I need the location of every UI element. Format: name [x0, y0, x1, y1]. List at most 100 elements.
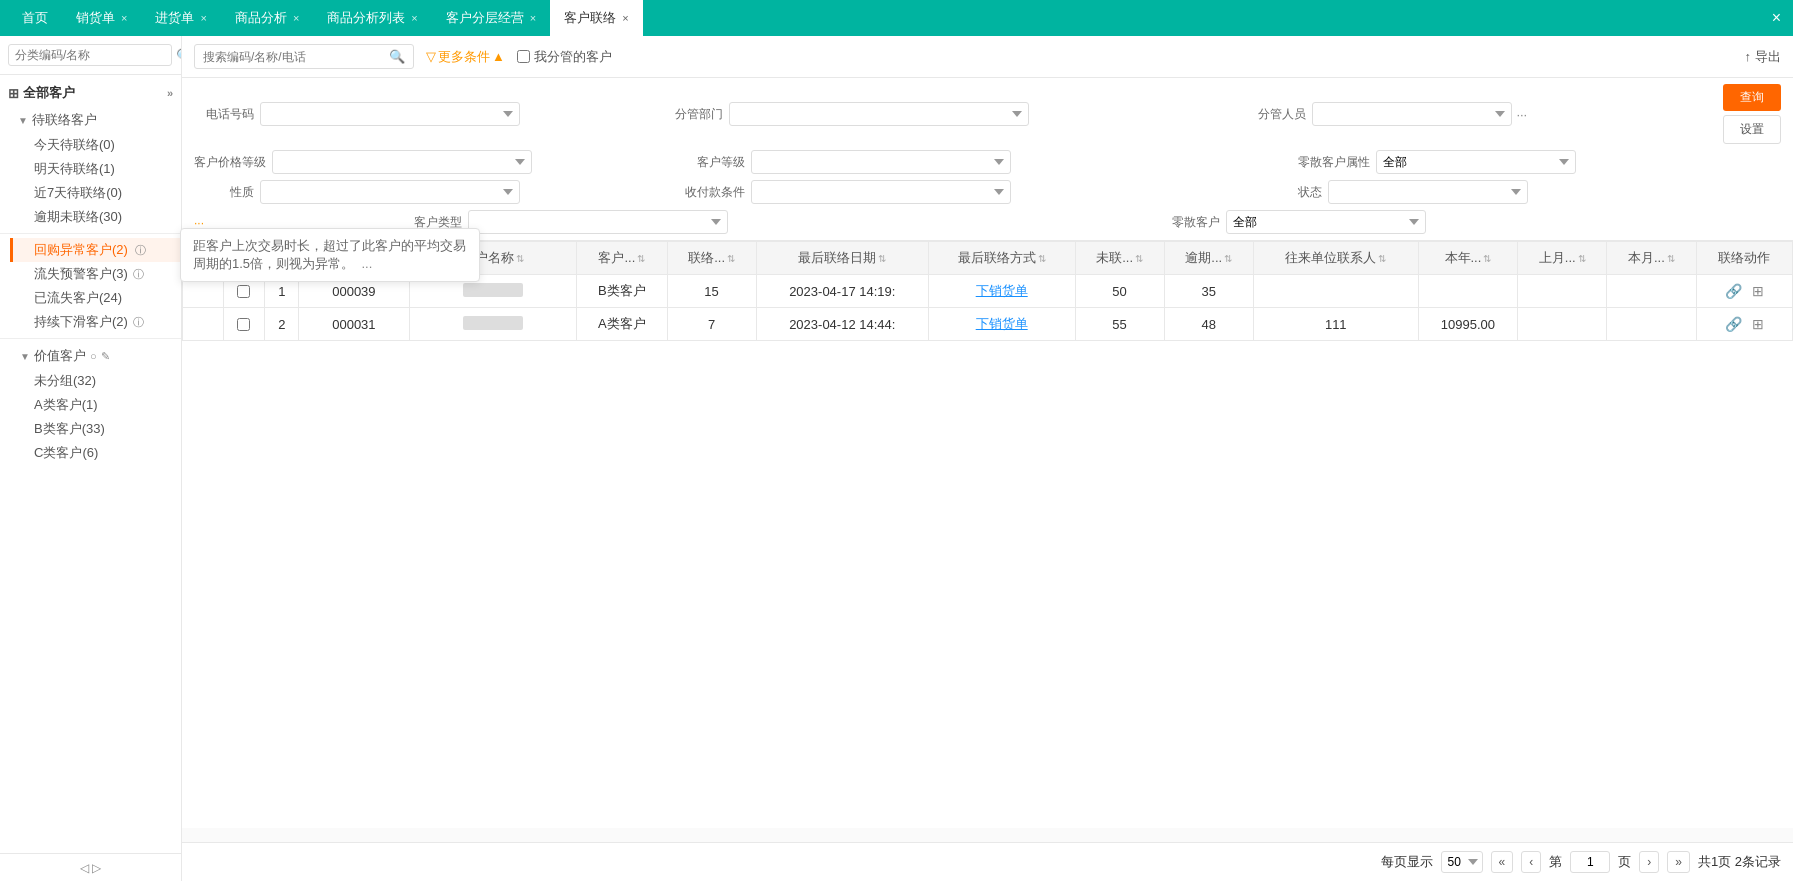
more-conditions-btn[interactable]: ▽ 更多条件 ▲ [426, 48, 505, 66]
tooltip-more: ... [361, 256, 372, 271]
col-overdue[interactable]: 逾期...⇅ [1164, 242, 1253, 275]
sidebar-item-ungrouped[interactable]: 未分组(32) [10, 369, 181, 393]
sidebar-item-churn-warning[interactable]: 流失预警客户(3) ⓘ [10, 262, 181, 286]
my-customers-checkbox[interactable] [517, 50, 530, 63]
way-link-2[interactable]: 下销货单 [976, 316, 1028, 331]
sidebar-pending-title[interactable]: ▼ 待联络客户 [10, 107, 181, 133]
nav-close-sales[interactable]: × [121, 12, 127, 24]
nav-close-analysis-list[interactable]: × [411, 12, 417, 24]
sidebar-expand-btn[interactable]: ◁ ▷ [80, 861, 101, 875]
sidebar-item-declining[interactable]: 持续下滑客户(2) ⓘ [10, 310, 181, 334]
action-grid-icon-2[interactable]: ⊞ [1752, 316, 1764, 332]
search-icon-main[interactable]: 🔍 [389, 49, 405, 64]
nav-close-customer-contact[interactable]: × [622, 12, 628, 24]
prev-page-button[interactable]: ‹ [1521, 851, 1541, 873]
filter-icon: ▽ [426, 49, 436, 64]
payment-select[interactable] [751, 180, 1011, 204]
nav-item-purchase[interactable]: 进货单 × [141, 0, 220, 36]
customer-type-select[interactable] [468, 210, 728, 234]
sidebar-item-7days[interactable]: 近7天待联络(0) [10, 181, 181, 205]
nav-item-analysis-list[interactable]: 商品分析列表 × [313, 0, 431, 36]
set-button[interactable]: 设置 [1723, 115, 1781, 144]
page-input[interactable] [1570, 851, 1610, 873]
nav-item-customer-contact[interactable]: 客户联络 × [550, 0, 642, 36]
nav-close-analysis[interactable]: × [293, 12, 299, 24]
action-grid-icon-1[interactable]: ⊞ [1752, 283, 1764, 299]
edit2-icon[interactable]: ✎ [101, 350, 110, 363]
first-page-button[interactable]: « [1491, 851, 1514, 873]
person-input[interactable] [1312, 102, 1512, 126]
window-close-button[interactable]: × [1772, 9, 1781, 27]
cell-checkbox-2 [223, 308, 265, 341]
sidebar-item-b-class[interactable]: B类客户(33) [10, 417, 181, 441]
sidebar-item-overdue[interactable]: 逾期未联络(30) [10, 205, 181, 229]
price-level-select[interactable] [272, 150, 532, 174]
action-link-icon-1[interactable]: 🔗 [1725, 283, 1742, 299]
col-last-contact-date[interactable]: 最后联络日期⇅ [756, 242, 928, 275]
col-this-month[interactable]: 本月...⇅ [1607, 242, 1696, 275]
page-size-select[interactable]: 50 [1441, 851, 1483, 873]
sidebar-item-anomaly-title[interactable]: 回购异常客户(2) ⓘ [10, 238, 181, 262]
phone-input[interactable] [260, 102, 520, 126]
horizontal-scrollbar[interactable] [182, 828, 1793, 842]
sidebar-item-churned[interactable]: 已流失客户(24) [10, 286, 181, 310]
sidebar-item-c-class[interactable]: C类客户(6) [10, 441, 181, 465]
retail-attr-select[interactable]: 全部 [1376, 150, 1576, 174]
filter-retail-customer: 零散客户 全部 [1172, 210, 1781, 234]
action-link-icon-2[interactable]: 🔗 [1725, 316, 1742, 332]
page-label: 第 [1549, 853, 1562, 871]
my-customers-filter[interactable]: 我分管的客户 [517, 48, 612, 66]
col-last-month[interactable]: 上月...⇅ [1518, 242, 1607, 275]
col-not-contacted[interactable]: 未联...⇅ [1075, 242, 1164, 275]
sidebar-all-customers[interactable]: ⊞ 全部客户 » [0, 79, 181, 107]
cell-overdue-2: 48 [1164, 308, 1253, 341]
customer-level-select[interactable] [751, 150, 1011, 174]
top-nav: 首页 销货单 × 进货单 × 商品分析 × 商品分析列表 × 客户分层经营 × … [0, 0, 1793, 36]
export-icon: ↑ [1745, 49, 1752, 64]
nav-close-purchase[interactable]: × [200, 12, 206, 24]
cell-not-contacted-1: 50 [1075, 275, 1164, 308]
dept-select[interactable] [729, 102, 1029, 126]
filter-status: 状态 [1298, 180, 1781, 204]
col-type[interactable]: 客户...⇅ [577, 242, 667, 275]
gender-select[interactable] [260, 180, 520, 204]
col-this-year[interactable]: 本年...⇅ [1418, 242, 1518, 275]
sidebar-item-a-class[interactable]: A类客户(1) [10, 393, 181, 417]
edit-icon[interactable]: ○ [90, 350, 97, 362]
pagination-bar: 每页显示 50 « ‹ 第 页 › » 共1页 2条记录 [182, 842, 1793, 881]
sidebar-item-tomorrow[interactable]: 明天待联络(1) [10, 157, 181, 181]
nav-close-customer-segment[interactable]: × [530, 12, 536, 24]
col-contact[interactable]: 联络...⇅ [667, 242, 756, 275]
cell-way-2[interactable]: 下销货单 [928, 308, 1075, 341]
col-last-contact-way[interactable]: 最后联络方式⇅ [928, 242, 1075, 275]
export-button[interactable]: ↑ 导出 [1745, 48, 1782, 66]
cell-this-year-2: 10995.00 [1418, 308, 1518, 341]
cell-way-1[interactable]: 下销货单 [928, 275, 1075, 308]
sidebar-item-today[interactable]: 今天待联络(0) [10, 133, 181, 157]
payment-label: 收付款条件 [685, 184, 745, 201]
grid-icon: ⊞ [8, 86, 19, 101]
search-input[interactable] [203, 50, 389, 64]
last-page-button[interactable]: » [1667, 851, 1690, 873]
nav-item-analysis[interactable]: 商品分析 × [221, 0, 313, 36]
row-checkbox-1[interactable] [237, 285, 250, 298]
status-select[interactable] [1328, 180, 1528, 204]
person-more-icon[interactable]: ··· [1516, 107, 1527, 122]
sidebar-value-title[interactable]: ▼ 价值客户 ○ ✎ [10, 343, 181, 369]
cell-date-1: 2023-04-17 14:19: [756, 275, 928, 308]
sidebar-content: ⊞ 全部客户 » ▼ 待联络客户 今天待联络(0) 明天待联络(1) 近7天待联… [0, 75, 181, 853]
sidebar-search-input[interactable] [8, 44, 172, 66]
nav-item-sales[interactable]: 销货单 × [62, 0, 141, 36]
retail-customer-select[interactable]: 全部 [1226, 210, 1426, 234]
way-link-1[interactable]: 下销货单 [976, 283, 1028, 298]
cell-contact-1: 15 [667, 275, 756, 308]
nav-item-home[interactable]: 首页 [8, 0, 62, 36]
row-checkbox-2[interactable] [237, 318, 250, 331]
collapse-icon[interactable]: » [167, 87, 173, 99]
nav-item-customer-segment[interactable]: 客户分层经营 × [432, 0, 550, 36]
table-area: ⚙ 客户编码⇅ 客户名称⇅ 客户...⇅ [182, 241, 1793, 828]
query-button[interactable]: 查询 [1723, 84, 1781, 111]
col-unit-contact[interactable]: 往来单位联系人⇅ [1253, 242, 1418, 275]
gender-label: 性质 [194, 184, 254, 201]
next-page-button[interactable]: › [1639, 851, 1659, 873]
